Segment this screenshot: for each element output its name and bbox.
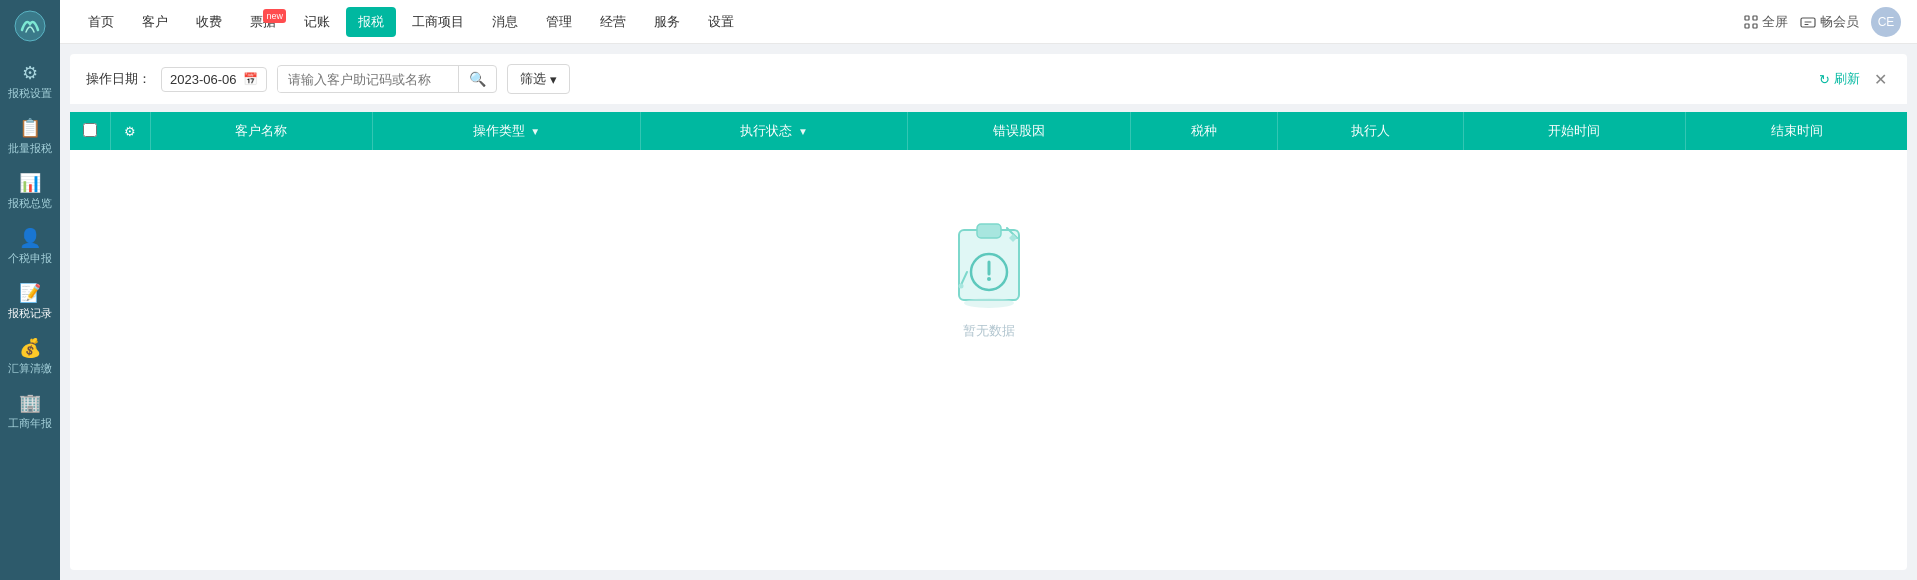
nav-item-jizhang[interactable]: 记账	[292, 7, 342, 37]
gongshang-nianbao-icon: 🏢	[19, 392, 41, 414]
sidebar-item-piliang-baoshui[interactable]: 📋 批量报税	[0, 109, 60, 164]
svg-rect-2	[1753, 16, 1757, 20]
nav-item-xiaoxi[interactable]: 消息	[480, 7, 530, 37]
svg-point-10	[987, 277, 991, 281]
records-table: ⚙ 客户名称 操作类型 ▼ 执行状态 ▼ 错误股因 税种 执行人	[70, 112, 1907, 150]
table-container: ⚙ 客户名称 操作类型 ▼ 执行状态 ▼ 错误股因 税种 执行人	[70, 112, 1907, 570]
empty-text: 暂无数据	[963, 322, 1015, 340]
search-box: 🔍	[277, 65, 497, 93]
avatar[interactable]: CE	[1871, 7, 1901, 37]
sidebar-item-label: 报税总览	[8, 196, 52, 211]
svg-point-15	[958, 284, 963, 289]
th-error-reason: 错误股因	[908, 112, 1131, 150]
member-icon	[1800, 14, 1816, 30]
piaoju-badge: new	[263, 9, 286, 23]
baoshui-jilu-icon: 📝	[19, 282, 41, 304]
member-button[interactable]: 畅会员	[1800, 13, 1859, 31]
empty-illustration	[939, 210, 1039, 310]
th-customer-name: 客户名称	[150, 112, 373, 150]
th-exec-status: 执行状态 ▼	[640, 112, 908, 150]
nav-item-guanli[interactable]: 管理	[534, 7, 584, 37]
date-label: 操作日期：	[86, 70, 151, 88]
toolbar: 操作日期： 2023-06-06 📅 🔍 筛选 ▾ ↻ 刷新 ✕	[70, 54, 1907, 104]
sidebar-item-baoshui-zonlan[interactable]: 📊 报税总览	[0, 164, 60, 219]
main-area: 首页 客户 收费 票据 new 记账 报税 工商项目 消息 管理 经营 服务 设…	[60, 0, 1917, 580]
nav-item-shoufei[interactable]: 收费	[184, 7, 234, 37]
nav-item-gongshang-xiangmu[interactable]: 工商项目	[400, 7, 476, 37]
sidebar-item-geshuishenbao[interactable]: 👤 个税申报	[0, 219, 60, 274]
nav-item-fuwu[interactable]: 服务	[642, 7, 692, 37]
operation-type-filter-icon[interactable]: ▼	[530, 126, 540, 137]
sidebar-item-gongshang-nianbao[interactable]: 🏢 工商年报	[0, 384, 60, 439]
sidebar-item-label: 汇算清缴	[8, 361, 52, 376]
sidebar-item-huisuan-jiaona[interactable]: 💰 汇算清缴	[0, 329, 60, 384]
baoshui-zonlan-icon: 📊	[19, 172, 41, 194]
date-picker[interactable]: 2023-06-06 📅	[161, 67, 267, 92]
close-button[interactable]: ✕	[1870, 70, 1891, 89]
sidebar-item-label: 报税记录	[8, 306, 52, 321]
th-checkbox	[70, 112, 110, 150]
chevron-down-icon: ▾	[550, 72, 557, 87]
svg-rect-7	[977, 224, 1001, 238]
empty-state: 暂无数据	[70, 150, 1907, 400]
svg-point-13	[964, 298, 1014, 308]
sidebar-item-label: 个税申报	[8, 251, 52, 266]
fullscreen-icon	[1744, 15, 1758, 29]
nav-item-home[interactable]: 首页	[76, 7, 126, 37]
nav-item-jingying[interactable]: 经营	[588, 7, 638, 37]
top-navigation: 首页 客户 收费 票据 new 记账 报税 工商项目 消息 管理 经营 服务 设…	[60, 0, 1917, 44]
sidebar-item-label: 批量报税	[8, 141, 52, 156]
baoshui-shezhi-icon: ⚙	[22, 62, 38, 84]
sidebar: ⚙ 报税设置 📋 批量报税 📊 报税总览 👤 个税申报 📝 报税记录 💰 汇算清…	[0, 0, 60, 580]
refresh-button[interactable]: ↻ 刷新	[1819, 70, 1860, 88]
huisuan-jiaona-icon: 💰	[19, 337, 41, 359]
fullscreen-button[interactable]: 全屏	[1744, 13, 1788, 31]
th-tax-type: 税种	[1131, 112, 1278, 150]
filter-button[interactable]: 筛选 ▾	[507, 64, 570, 94]
nav-item-baoshui[interactable]: 报税	[346, 7, 396, 37]
sidebar-item-baoshui-jilu[interactable]: 📝 报税记录	[0, 274, 60, 329]
sidebar-item-baoshui-shezhi[interactable]: ⚙ 报税设置	[0, 54, 60, 109]
nav-item-piaoju[interactable]: 票据 new	[238, 7, 288, 37]
svg-rect-4	[1753, 24, 1757, 28]
th-operation-type: 操作类型 ▼	[373, 112, 641, 150]
th-start-time: 开始时间	[1463, 112, 1686, 150]
app-logo	[12, 8, 48, 44]
th-settings[interactable]: ⚙	[110, 112, 150, 150]
geshuishenbao-icon: 👤	[19, 227, 41, 249]
select-all-checkbox[interactable]	[83, 123, 97, 137]
refresh-icon: ↻	[1819, 72, 1830, 87]
calendar-icon: 📅	[243, 72, 258, 86]
sidebar-item-label: 工商年报	[8, 416, 52, 431]
table-header-row: ⚙ 客户名称 操作类型 ▼ 执行状态 ▼ 错误股因 税种 执行人	[70, 112, 1907, 150]
piliang-baoshui-icon: 📋	[19, 117, 41, 139]
search-button[interactable]: 🔍	[458, 66, 496, 92]
sidebar-item-label: 报税设置	[8, 86, 52, 101]
date-value: 2023-06-06	[170, 72, 237, 87]
th-executor: 执行人	[1278, 112, 1463, 150]
topnav-right: 全屏 畅会员 CE	[1744, 7, 1901, 37]
nav-items: 首页 客户 收费 票据 new 记账 报税 工商项目 消息 管理 经营 服务 设…	[76, 7, 1744, 37]
content-area: 操作日期： 2023-06-06 📅 🔍 筛选 ▾ ↻ 刷新 ✕	[60, 44, 1917, 580]
search-input[interactable]	[278, 67, 458, 92]
svg-rect-3	[1745, 24, 1749, 28]
svg-rect-1	[1745, 16, 1749, 20]
nav-item-customer[interactable]: 客户	[130, 7, 180, 37]
th-end-time: 结束时间	[1686, 112, 1907, 150]
exec-status-filter-icon[interactable]: ▼	[798, 126, 808, 137]
nav-item-shezhi[interactable]: 设置	[696, 7, 746, 37]
